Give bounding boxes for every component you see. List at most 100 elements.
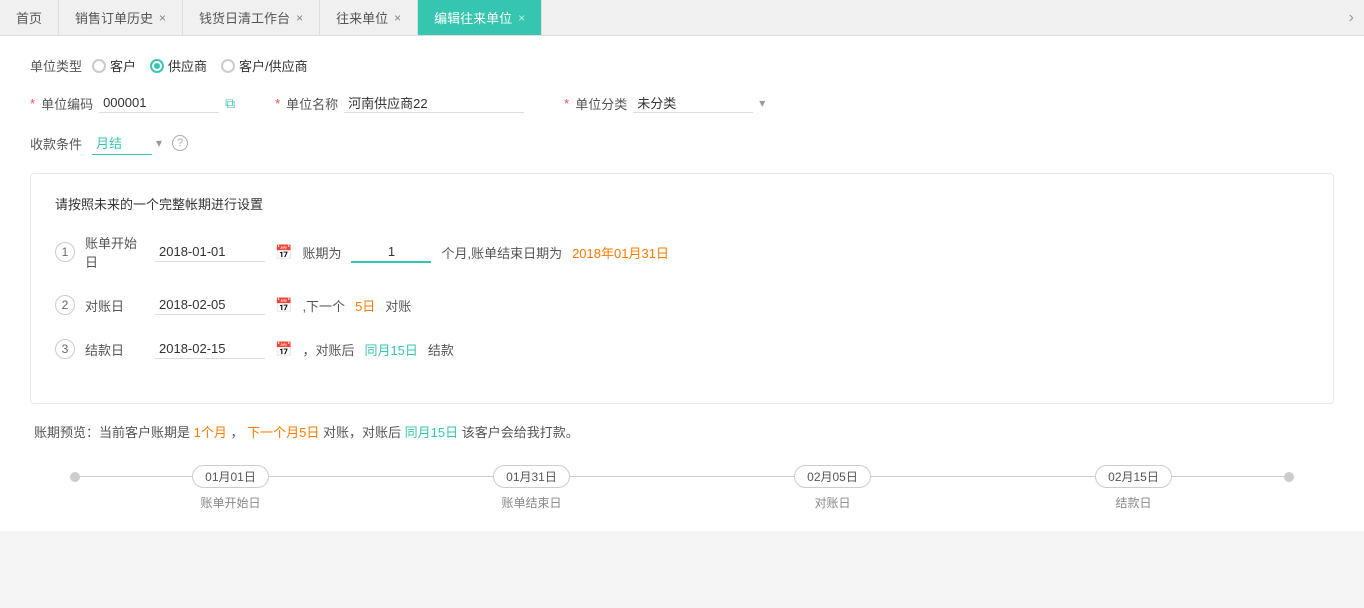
preview-part3: 同月15日 <box>405 425 458 440</box>
period-row-3: 3 结款日 📅 ，对账后 同月15日 结款 <box>55 339 1309 359</box>
period-box-title: 请按照未来的一个完整帐期进行设置 <box>55 194 1309 213</box>
timeline-label-0: 账单开始日 <box>201 494 261 511</box>
period-start-end-text: 个月,账单结束日期为 <box>441 243 562 262</box>
payment-condition-label: 收款条件 <box>30 134 82 153</box>
timeline-node-3: 02月15日 <box>1095 465 1172 488</box>
unit-type-label: 单位类型 <box>30 56 82 75</box>
unit-code-required: * <box>30 96 35 111</box>
payment-condition-help-icon[interactable]: ? <box>172 135 188 151</box>
period-payment-date-input[interactable] <box>155 339 265 359</box>
tab-edit-partner-label: 编辑往来单位 <box>434 8 512 27</box>
timeline-node-2: 02月05日 <box>794 465 871 488</box>
period-reconcile-date-input[interactable] <box>155 295 265 315</box>
preview-part2: 下一个月5日 <box>247 425 319 440</box>
preview-section: 账期预览：当前客户账期是 1个月 ， 下一个月5日 对账，对账后 同月15日 该… <box>30 422 1334 441</box>
period-reconcile-suffix: 对账 <box>385 296 411 315</box>
unit-name-required: * <box>275 96 280 111</box>
timeline-container: 01月01日 01月31日 02月05日 02月15日 <box>30 465 1334 511</box>
unit-name-input[interactable] <box>344 93 524 113</box>
timeline-right-dot <box>1284 472 1294 482</box>
unit-code-label: 单位编码 <box>41 94 93 113</box>
radio-customer-label: 客户 <box>110 56 136 75</box>
payment-condition-value[interactable]: 月结 <box>92 131 152 155</box>
tl-label-2: 对账日 <box>803 494 863 511</box>
unit-info-row: * 单位编码 ⧉ * 单位名称 * 单位分类 ▾ <box>30 93 1334 113</box>
preview-part1: 1个月 <box>194 425 227 440</box>
unit-category-input[interactable] <box>633 93 753 113</box>
period-start-date-input[interactable] <box>155 242 265 262</box>
period-reconcile-prefix: ,下一个 <box>302 296 345 315</box>
payment-condition-dropdown-icon[interactable]: ▾ <box>156 136 162 150</box>
radio-supplier-circle <box>150 59 164 73</box>
period-num-3: 3 <box>55 339 75 359</box>
tab-sales-history[interactable]: 销售订单历史 × <box>59 0 183 35</box>
timeline-left-dot <box>70 472 80 482</box>
tab-sales-history-close[interactable]: × <box>159 11 166 25</box>
tab-partner-units[interactable]: 往来单位 × <box>320 0 418 35</box>
period-row-1: 1 账单开始日 📅 账期为 个月,账单结束日期为 2018年01月31日 <box>55 233 1309 271</box>
period-start-label: 账单开始日 <box>85 233 145 271</box>
radio-customer-circle <box>92 59 106 73</box>
preview-suffix: 该客户会给我打款。 <box>462 425 579 440</box>
unit-type-radio-group: 客户 供应商 客户/供应商 <box>92 56 308 75</box>
tab-cash-work[interactable]: 钱货日清工作台 × <box>183 0 320 35</box>
radio-supplier-label: 供应商 <box>168 56 207 75</box>
period-payment-suffix: 结款 <box>428 340 454 359</box>
period-start-calendar-icon[interactable]: 📅 <box>275 244 292 261</box>
tl-line-0 <box>80 476 192 477</box>
timeline-tags-row: 01月01日 01月31日 02月05日 02月15日 <box>70 465 1294 488</box>
period-reconcile-calendar-icon[interactable]: 📅 <box>275 297 292 314</box>
tl-line-3 <box>871 476 1095 477</box>
period-row-2: 2 对账日 📅 ,下一个 5日 对账 <box>55 295 1309 315</box>
tab-partner-units-close[interactable]: × <box>394 11 401 25</box>
timeline-tag-2: 02月05日 <box>794 465 871 488</box>
unit-type-row: 单位类型 客户 供应商 客户/供应商 <box>30 56 1334 75</box>
copy-icon[interactable]: ⧉ <box>225 95 235 112</box>
tab-cash-work-close[interactable]: × <box>296 11 303 25</box>
period-payment-prefix: ，对账后 <box>302 340 354 359</box>
unit-category-dropdown-icon[interactable]: ▾ <box>759 96 765 110</box>
tab-edit-partner-close[interactable]: × <box>518 11 525 25</box>
payment-condition-select[interactable]: 月结 ▾ <box>92 131 162 155</box>
period-payment-highlight: 同月15日 <box>364 340 417 359</box>
unit-name-label: 单位名称 <box>286 94 338 113</box>
timeline-label-2: 对账日 <box>815 494 851 511</box>
tl-line-1 <box>269 476 493 477</box>
period-month-input[interactable] <box>351 242 431 263</box>
preview-sep1: ， <box>231 425 244 440</box>
radio-customer-supplier[interactable]: 客户/供应商 <box>221 56 308 75</box>
tab-bar: 首页 销售订单历史 × 钱货日清工作台 × 往来单位 × 编辑往来单位 × › <box>0 0 1364 36</box>
chevron-right-icon: › <box>1349 9 1354 27</box>
period-payment-label: 结款日 <box>85 340 145 359</box>
radio-supplier[interactable]: 供应商 <box>150 56 207 75</box>
tab-home-label: 首页 <box>16 8 42 27</box>
timeline-node-0: 01月01日 <box>192 465 269 488</box>
unit-name-field: * 单位名称 <box>275 93 524 113</box>
radio-customer[interactable]: 客户 <box>92 56 136 75</box>
timeline-tag-0: 01月01日 <box>192 465 269 488</box>
tab-more-button[interactable]: › <box>1339 0 1364 35</box>
radio-customer-supplier-circle <box>221 59 235 73</box>
period-payment-calendar-icon[interactable]: 📅 <box>275 341 292 358</box>
unit-code-field: * 单位编码 ⧉ <box>30 93 235 113</box>
period-end-date-highlight: 2018年01月31日 <box>572 243 669 262</box>
timeline-node-1: 01月31日 <box>493 465 570 488</box>
unit-category-field: * 单位分类 ▾ <box>564 93 765 113</box>
tl-label-1: 账单结束日 <box>502 494 562 511</box>
timeline-tag-3: 02月15日 <box>1095 465 1172 488</box>
period-num-1: 1 <box>55 242 75 262</box>
timeline-labels-row: 账单开始日 账单结束日 对账日 结款日 <box>70 494 1294 511</box>
period-settings-box: 请按照未来的一个完整帐期进行设置 1 账单开始日 📅 账期为 个月,账单结束日期… <box>30 173 1334 404</box>
radio-customer-supplier-label: 客户/供应商 <box>239 56 308 75</box>
tab-sales-history-label: 销售订单历史 <box>75 8 153 27</box>
unit-category-required: * <box>564 96 569 111</box>
period-start-mid-text: 账期为 <box>302 243 341 262</box>
tl-line-2 <box>570 476 794 477</box>
tl-label-0: 账单开始日 <box>201 494 261 511</box>
timeline-tag-1: 01月31日 <box>493 465 570 488</box>
tab-partner-units-label: 往来单位 <box>336 8 388 27</box>
tl-label-3: 结款日 <box>1104 494 1164 511</box>
unit-code-input[interactable] <box>99 93 219 113</box>
tab-home[interactable]: 首页 <box>0 0 59 35</box>
tab-edit-partner[interactable]: 编辑往来单位 × <box>418 0 542 35</box>
